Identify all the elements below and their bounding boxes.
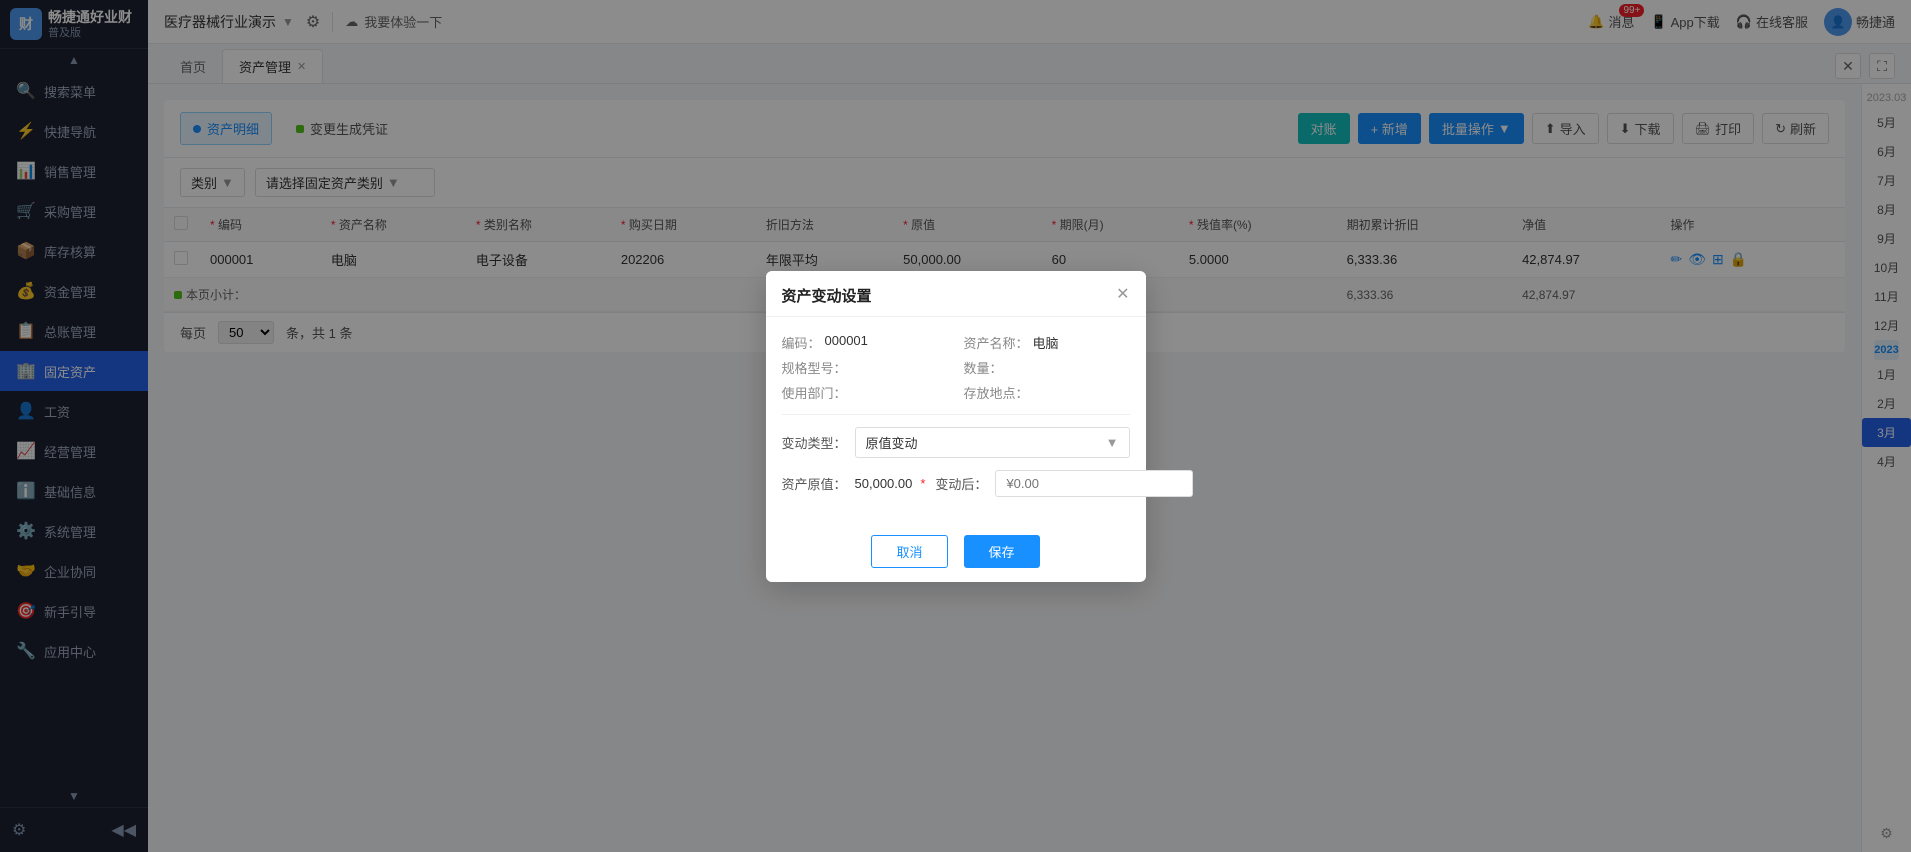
change-type-select[interactable]: 原值变动 ▼	[855, 427, 1130, 458]
modal-header: 资产变动设置 ✕	[766, 271, 1146, 317]
asset-name-value: 电脑	[1033, 333, 1059, 352]
modal-code-field: 编码： 000001	[782, 333, 948, 352]
modal-spec-field: 规格型号：	[782, 358, 948, 377]
modal-dept-field: 使用部门：	[782, 383, 948, 402]
dept-label: 使用部门：	[782, 383, 847, 402]
cancel-button[interactable]: 取消	[871, 535, 947, 568]
modal-quantity-field: 数量：	[964, 358, 1130, 377]
after-change-input[interactable]	[995, 470, 1193, 497]
asset-change-modal: 资产变动设置 ✕ 编码： 000001 资产名称： 电脑 规格型号： 数	[766, 271, 1146, 582]
code-label: 编码：	[782, 333, 821, 352]
modal-info-grid: 编码： 000001 资产名称： 电脑 规格型号： 数量： 使用部门：	[782, 333, 1130, 415]
value-row: 资产原值： 50,000.00 * 变动后：	[782, 470, 1130, 497]
modal-close-button[interactable]: ✕	[1116, 287, 1129, 303]
modal-footer: 取消 保存	[766, 525, 1146, 582]
change-type-row: 变动类型： 原值变动 ▼	[782, 427, 1130, 458]
change-type-value: 原值变动	[866, 433, 918, 452]
location-label: 存放地点：	[964, 383, 1029, 402]
quantity-label: 数量：	[964, 358, 1003, 377]
change-type-label: 变动类型：	[782, 433, 847, 452]
after-change-label: 变动后：	[935, 474, 987, 493]
modal-location-field: 存放地点：	[964, 383, 1130, 402]
modal-asset-name-field: 资产名称： 电脑	[964, 333, 1130, 352]
original-value-display: 50,000.00	[855, 476, 913, 491]
modal-title: 资产变动设置	[782, 285, 872, 306]
modal-body: 编码： 000001 资产名称： 电脑 规格型号： 数量： 使用部门：	[766, 317, 1146, 525]
code-value: 000001	[825, 333, 868, 352]
asset-name-label: 资产名称：	[964, 333, 1029, 352]
save-button[interactable]: 保存	[964, 535, 1040, 568]
modal-overlay[interactable]: 资产变动设置 ✕ 编码： 000001 资产名称： 电脑 规格型号： 数	[0, 0, 1911, 852]
spec-label: 规格型号：	[782, 358, 847, 377]
change-type-arrow-icon: ▼	[1106, 435, 1119, 450]
required-asterisk: *	[920, 476, 925, 491]
original-value-label: 资产原值：	[782, 474, 847, 493]
